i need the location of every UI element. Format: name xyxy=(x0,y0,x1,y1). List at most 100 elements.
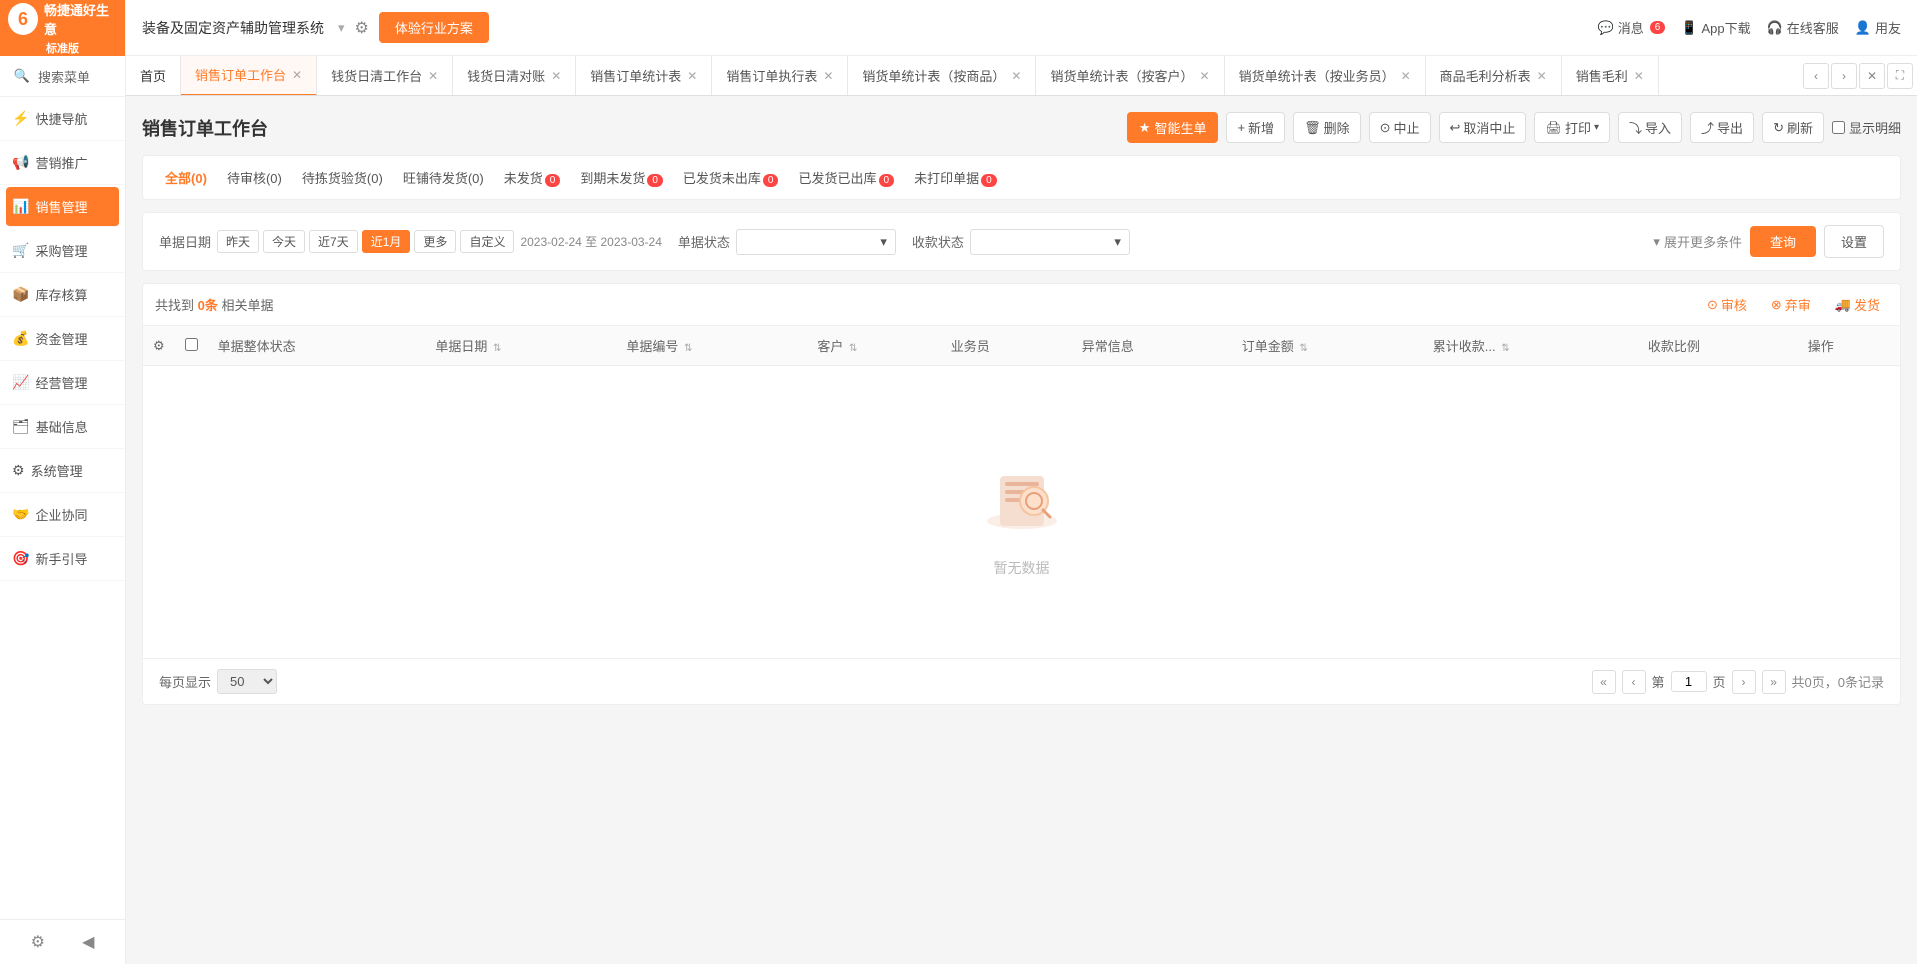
online-service-btn[interactable]: 🎧 在线客服 xyxy=(1767,18,1839,37)
cancel-stop-btn[interactable]: ↩ 取消中止 xyxy=(1439,112,1527,143)
tab-close-all-btn[interactable]: ✕ xyxy=(1859,63,1885,89)
table-scroll-container[interactable]: ⚙ 单据整体状态 单据日期 ⇅ xyxy=(143,326,1900,658)
logo-sub: 标准版 xyxy=(46,40,79,56)
tab-sales-order-exec[interactable]: 销售订单执行表 ✕ xyxy=(712,56,848,96)
show-detail-checkbox[interactable]: 显示明细 xyxy=(1832,118,1901,137)
date-btn-custom[interactable]: 自定义 xyxy=(460,230,514,253)
th-date[interactable]: 单据日期 ⇅ xyxy=(425,326,616,366)
sidebar-item-sales[interactable]: 📊 销售管理 xyxy=(6,187,119,227)
sidebar-item-guide[interactable]: 🎯 新手引导 xyxy=(0,537,125,581)
set-btn[interactable]: 设置 xyxy=(1824,225,1884,258)
approve-btn[interactable]: ⊙ 审核 xyxy=(1699,292,1755,317)
tab-close-icon[interactable]: ✕ xyxy=(823,69,833,83)
sub-tab-not-printed[interactable]: 未打印单据0 xyxy=(904,164,1007,191)
tab-sales-order-stats[interactable]: 销售订单统计表 ✕ xyxy=(576,56,712,96)
tab-close-icon[interactable]: ✕ xyxy=(428,69,438,83)
quick-nav-icon: ⚡ xyxy=(12,110,29,127)
tab-close-icon[interactable]: ✕ xyxy=(1537,69,1547,83)
prev-page-btn[interactable]: ‹ xyxy=(1622,670,1646,694)
th-amount[interactable]: 订单金额 ⇅ xyxy=(1232,326,1423,366)
sub-tab-shipped-out[interactable]: 已发货已出库0 xyxy=(788,164,904,191)
tab-close-icon[interactable]: ✕ xyxy=(1011,69,1021,83)
th-received[interactable]: 累计收款... ⇅ xyxy=(1423,326,1638,366)
date-btn-1month[interactable]: 近1月 xyxy=(362,230,411,253)
tab-sales-stats-staff[interactable]: 销货单统计表（按业务员） ✕ xyxy=(1225,56,1426,96)
user-avatar[interactable]: 👤 用友 xyxy=(1855,18,1901,37)
sidebar-item-quick-nav[interactable]: ⚡ 快捷导航 xyxy=(0,97,125,141)
refresh-btn[interactable]: ↻ 刷新 xyxy=(1762,112,1824,143)
sub-tab-shipped-not-in[interactable]: 已发货未出库0 xyxy=(673,164,789,191)
tab-close-icon[interactable]: ✕ xyxy=(551,69,561,83)
sub-tab-wangpu-pending[interactable]: 旺铺待发货(0) xyxy=(393,164,494,191)
tab-maximize-btn[interactable]: ⛶ xyxy=(1887,63,1913,89)
show-detail-input[interactable] xyxy=(1832,121,1845,134)
print-btn[interactable]: 🖨 打印 ▾ xyxy=(1534,112,1610,143)
date-btn-today[interactable]: 今天 xyxy=(263,230,305,253)
tab-close-icon[interactable]: ✕ xyxy=(292,68,302,82)
sidebar-bottom: ⚙ ◀ xyxy=(0,919,125,964)
delete-btn[interactable]: 🗑 删除 xyxy=(1293,112,1361,143)
search-icon: 🔍 xyxy=(12,66,32,86)
first-page-btn[interactable]: « xyxy=(1592,670,1616,694)
tab-sales-order-workbench[interactable]: 销售订单工作台 ✕ xyxy=(181,56,317,96)
sub-tab-pending-check[interactable]: 待拣货验货(0) xyxy=(292,164,393,191)
tab-home[interactable]: 首页 xyxy=(126,56,181,96)
ship-btn[interactable]: 🚚 发货 xyxy=(1827,292,1888,317)
sidebar-item-purchase[interactable]: 🛒 采购管理 xyxy=(0,229,125,273)
next-page-btn[interactable]: › xyxy=(1732,670,1756,694)
tab-close-icon[interactable]: ✕ xyxy=(1401,69,1411,83)
sub-tab-pending-review[interactable]: 待审核(0) xyxy=(217,164,292,191)
th-abnormal: 异常信息 xyxy=(1072,326,1232,366)
collapse-icon[interactable]: ◀ xyxy=(82,932,94,952)
sub-tab-all[interactable]: 全部(0) xyxy=(155,164,217,191)
date-btn-more[interactable]: 更多 xyxy=(414,230,456,253)
tab-sales-stats-customer[interactable]: 销货单统计表（按客户） ✕ xyxy=(1036,56,1224,96)
trial-btn[interactable]: 体验行业方案 xyxy=(379,12,489,43)
select-all-checkbox[interactable] xyxy=(185,338,198,351)
discard-btn[interactable]: ⊗ 弃审 xyxy=(1763,292,1819,317)
sidebar-item-operation[interactable]: 📈 经营管理 xyxy=(0,361,125,405)
tab-next-btn[interactable]: › xyxy=(1831,63,1857,89)
tab-product-margin[interactable]: 商品毛利分析表 ✕ xyxy=(1426,56,1562,96)
status-select[interactable]: ▾ xyxy=(736,229,896,255)
app-download-btn[interactable]: 📱 App下载 xyxy=(1681,18,1750,37)
filter-row-1: 单据日期 昨天 今天 近7天 近1月 更多 自定义 2023-02-24 至 2… xyxy=(159,225,1884,258)
smart-btn[interactable]: ★ 智能生单 xyxy=(1127,112,1219,143)
date-btn-7days[interactable]: 近7天 xyxy=(309,230,358,253)
sidebar-item-system[interactable]: ⚙ 系统管理 xyxy=(0,449,125,493)
th-customer[interactable]: 客户 ⇅ xyxy=(807,326,940,366)
page-size-dropdown[interactable]: 50 100 200 xyxy=(217,669,277,694)
sidebar-item-enterprise[interactable]: 🤝 企业协同 xyxy=(0,493,125,537)
expand-conditions-btn[interactable]: ▾ 展开更多条件 xyxy=(1653,232,1742,251)
sidebar-item-marketing[interactable]: 📢 营销推广 xyxy=(0,141,125,185)
import-btn[interactable]: ⤵ 导入 xyxy=(1618,112,1682,143)
tab-cash-daily[interactable]: 钱货日清工作台 ✕ xyxy=(317,56,453,96)
sidebar-item-inventory[interactable]: 📦 库存核算 xyxy=(0,273,125,317)
query-btn[interactable]: 查询 xyxy=(1750,226,1816,257)
tab-sales-stats-product[interactable]: 销货单统计表（按商品） ✕ xyxy=(848,56,1036,96)
th-settings[interactable]: ⚙ xyxy=(143,326,175,366)
sub-tab-not-shipped[interactable]: 未发货0 xyxy=(494,164,571,191)
tab-close-icon[interactable]: ✕ xyxy=(687,69,697,83)
message-btn[interactable]: 💬 消息 6 xyxy=(1598,18,1666,37)
sidebar-item-finance[interactable]: 💰 资金管理 xyxy=(0,317,125,361)
th-checkbox[interactable] xyxy=(175,326,208,366)
sidebar-search[interactable]: 🔍 搜索菜单 xyxy=(0,56,125,97)
tab-close-icon[interactable]: ✕ xyxy=(1634,69,1644,83)
payment-select[interactable]: ▾ xyxy=(970,229,1130,255)
th-number[interactable]: 单据编号 ⇅ xyxy=(616,326,807,366)
tab-close-icon[interactable]: ✕ xyxy=(1200,69,1210,83)
settings-icon[interactable]: ⚙ xyxy=(31,932,45,952)
add-btn[interactable]: + 新增 xyxy=(1226,112,1285,143)
tab-cash-reconcile[interactable]: 钱货日清对账 ✕ xyxy=(453,56,576,96)
tab-sales-profit[interactable]: 销售毛利 ✕ xyxy=(1562,56,1659,96)
export-btn[interactable]: ⤴ 导出 xyxy=(1690,112,1754,143)
gear-icon[interactable]: ⚙ xyxy=(355,18,369,38)
date-btn-yesterday[interactable]: 昨天 xyxy=(217,230,259,253)
sidebar-item-basic[interactable]: 🗂 基础信息 xyxy=(0,405,125,449)
page-input[interactable] xyxy=(1671,671,1707,692)
sub-tab-expired-not-shipped[interactable]: 到期未发货0 xyxy=(570,164,673,191)
last-page-btn[interactable]: » xyxy=(1762,670,1786,694)
stop-btn[interactable]: ⊙ 中止 xyxy=(1369,112,1431,143)
tab-prev-btn[interactable]: ‹ xyxy=(1803,63,1829,89)
